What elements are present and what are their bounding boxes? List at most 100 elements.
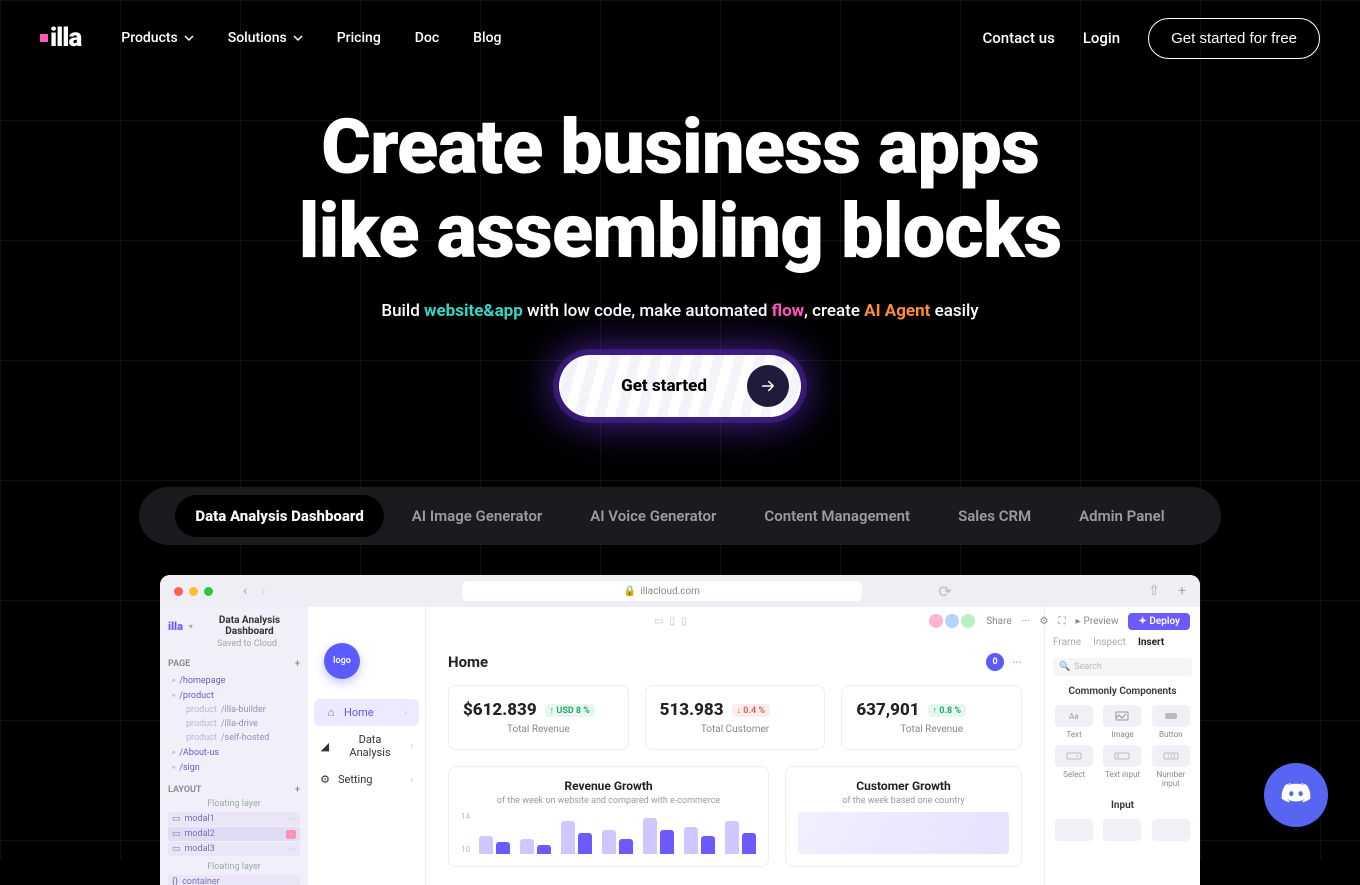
avatar[interactable] [944, 613, 960, 629]
preview-button[interactable]: ▸Preview [1075, 616, 1118, 627]
url-bar[interactable]: 🔒 illacloud.com [462, 581, 862, 601]
component-text[interactable]: AaText [1053, 705, 1095, 739]
rpanel-tab-inspect[interactable]: Inspect [1093, 637, 1126, 648]
chevron-down-icon[interactable]: ▾ [189, 622, 193, 631]
maximize-dot-icon [204, 587, 213, 596]
collaborator-avatars [928, 613, 976, 629]
share-button[interactable]: Share [986, 616, 1011, 627]
rpanel-tab-insert[interactable]: Insert [1138, 637, 1164, 648]
get-started-free-button[interactable]: Get started for free [1148, 18, 1320, 59]
nav-pricing[interactable]: Pricing [337, 30, 381, 46]
contact-link[interactable]: Contact us [982, 29, 1054, 47]
page-row[interactable]: ◦ /homepage [168, 673, 300, 688]
get-started-button[interactable]: Get started [559, 355, 801, 417]
minimize-dot-icon [189, 587, 198, 596]
more-icon[interactable]: ··· [1022, 616, 1030, 627]
page-section-label: PAGE [168, 659, 190, 669]
visibility-icon[interactable]: ···· [288, 845, 296, 854]
component-text-input[interactable]: Text input [1101, 745, 1143, 788]
home-icon: ⌂ [326, 706, 336, 719]
component-button[interactable]: Button [1150, 705, 1192, 739]
nav-products[interactable]: Products [121, 30, 194, 46]
chevron-right-icon: › [404, 708, 407, 718]
page-row[interactable]: product /illa-builder [168, 703, 300, 717]
component-image[interactable]: Image [1101, 705, 1143, 739]
map-placeholder [798, 812, 1009, 854]
chevron-down-icon [184, 33, 194, 43]
sidebar-item-setting[interactable]: ⚙ Setting › [308, 766, 425, 793]
metric-card-revenue-2: 637,901 ↑ 0.8 % Total Revenue [841, 685, 1022, 750]
app-logo-icon: illa [168, 620, 183, 633]
component-item[interactable] [1150, 819, 1192, 841]
page-row[interactable]: ◦ /sign [168, 760, 300, 775]
sidebar-item-data-analysis[interactable]: ◢ Data Analysis › [308, 726, 425, 766]
rpanel-tab-frame[interactable]: Frame [1053, 637, 1081, 648]
back-icon[interactable]: ‹ [243, 583, 247, 599]
component-number-input[interactable]: 123Number input [1150, 745, 1192, 788]
tab-data-analysis[interactable]: Data Analysis Dashboard [175, 495, 383, 537]
new-tab-icon[interactable]: + [1178, 583, 1186, 599]
nav-label: Products [121, 30, 178, 46]
device-desktop-icon[interactable]: ▭ [654, 616, 663, 627]
nav-solutions[interactable]: Solutions [228, 30, 303, 46]
component-item[interactable] [1053, 819, 1095, 841]
sidebar-item-home[interactable]: ⌂ Home › [314, 699, 419, 726]
svg-text:123: 123 [1167, 754, 1176, 760]
bug-icon[interactable]: ⚙ [1040, 616, 1049, 627]
nav-blog[interactable]: Blog [473, 30, 501, 46]
add-page-icon[interactable]: + [295, 659, 300, 669]
metric-label: Total Revenue [463, 724, 614, 735]
gear-icon: ⚙ [320, 773, 330, 786]
tab-ai-image[interactable]: AI Image Generator [392, 495, 562, 537]
avatar[interactable] [928, 613, 944, 629]
canvas: ▭ ▯ ▯ Share ··· ⚙ ⛶ ▸Preview [308, 607, 1200, 885]
tab-ai-voice[interactable]: AI Voice Generator [570, 495, 736, 537]
login-link[interactable]: Login [1083, 29, 1120, 47]
visibility-icon[interactable]: ···· [288, 815, 296, 824]
rpanel-section-label: Commonly Components [1053, 686, 1192, 697]
visibility-icon[interactable]: ·· [286, 830, 296, 839]
layout-row[interactable]: ▭ modal2·· [168, 827, 300, 841]
page-row[interactable]: ◦ /product [168, 688, 300, 703]
component-item[interactable] [1101, 819, 1143, 841]
url-text: illacloud.com [640, 586, 700, 597]
device-mobile-icon[interactable]: ▯ [681, 616, 687, 627]
app-logo-circle: logo [324, 643, 360, 679]
metric-value: 513.983 [660, 700, 724, 720]
more-icon[interactable]: ··· [1012, 656, 1022, 669]
notification-badge[interactable]: 0 [986, 653, 1004, 671]
forward-icon[interactable]: › [261, 583, 265, 599]
get-started-label: Get started [621, 376, 707, 396]
tab-content-mgmt[interactable]: Content Management [744, 495, 930, 537]
component-select[interactable]: Select [1053, 745, 1095, 788]
expand-icon[interactable]: ⛶ [1058, 616, 1065, 627]
layout-row[interactable]: ▭ modal1···· [168, 812, 300, 826]
page-row[interactable]: product /illa-drive [168, 717, 300, 731]
discord-fab[interactable] [1264, 763, 1328, 827]
page-row[interactable]: product /self-hosted [168, 731, 300, 745]
device-tablet-icon[interactable]: ▯ [669, 616, 675, 627]
metric-label: Total Revenue [856, 724, 1007, 735]
nav-label: Doc [415, 30, 439, 46]
reload-icon[interactable]: ⟳ [938, 582, 951, 601]
svg-text:Aa: Aa [1069, 712, 1079, 721]
logo-text: illa [50, 23, 81, 53]
nav-doc[interactable]: Doc [415, 30, 439, 46]
discord-icon [1280, 779, 1312, 811]
layout-row[interactable]: {} container [168, 875, 300, 885]
avatar[interactable] [960, 613, 976, 629]
floating-label: Floating layer [168, 799, 300, 809]
deploy-button[interactable]: ✦ Deploy [1128, 613, 1190, 630]
metric-card-customer: 513.983 ↓ 0.4 % Total Customer [645, 685, 826, 750]
chart-sub: of the week on website and compared with… [461, 796, 756, 806]
right-panel: Frame Inspect Insert 🔍 Search Commonly C… [1044, 607, 1200, 885]
tab-sales-crm[interactable]: Sales CRM [938, 495, 1051, 537]
logo[interactable]: illa [40, 23, 81, 53]
component-search[interactable]: 🔍 Search [1053, 658, 1192, 676]
page-row[interactable]: ◦ /About-us [168, 745, 300, 760]
layout-row[interactable]: ▭ modal3···· [168, 842, 300, 856]
share-icon[interactable]: ⇧ [1148, 583, 1160, 599]
add-layout-icon[interactable]: + [295, 785, 300, 795]
lock-icon: 🔒 [624, 586, 636, 597]
tab-admin-panel[interactable]: Admin Panel [1059, 495, 1184, 537]
